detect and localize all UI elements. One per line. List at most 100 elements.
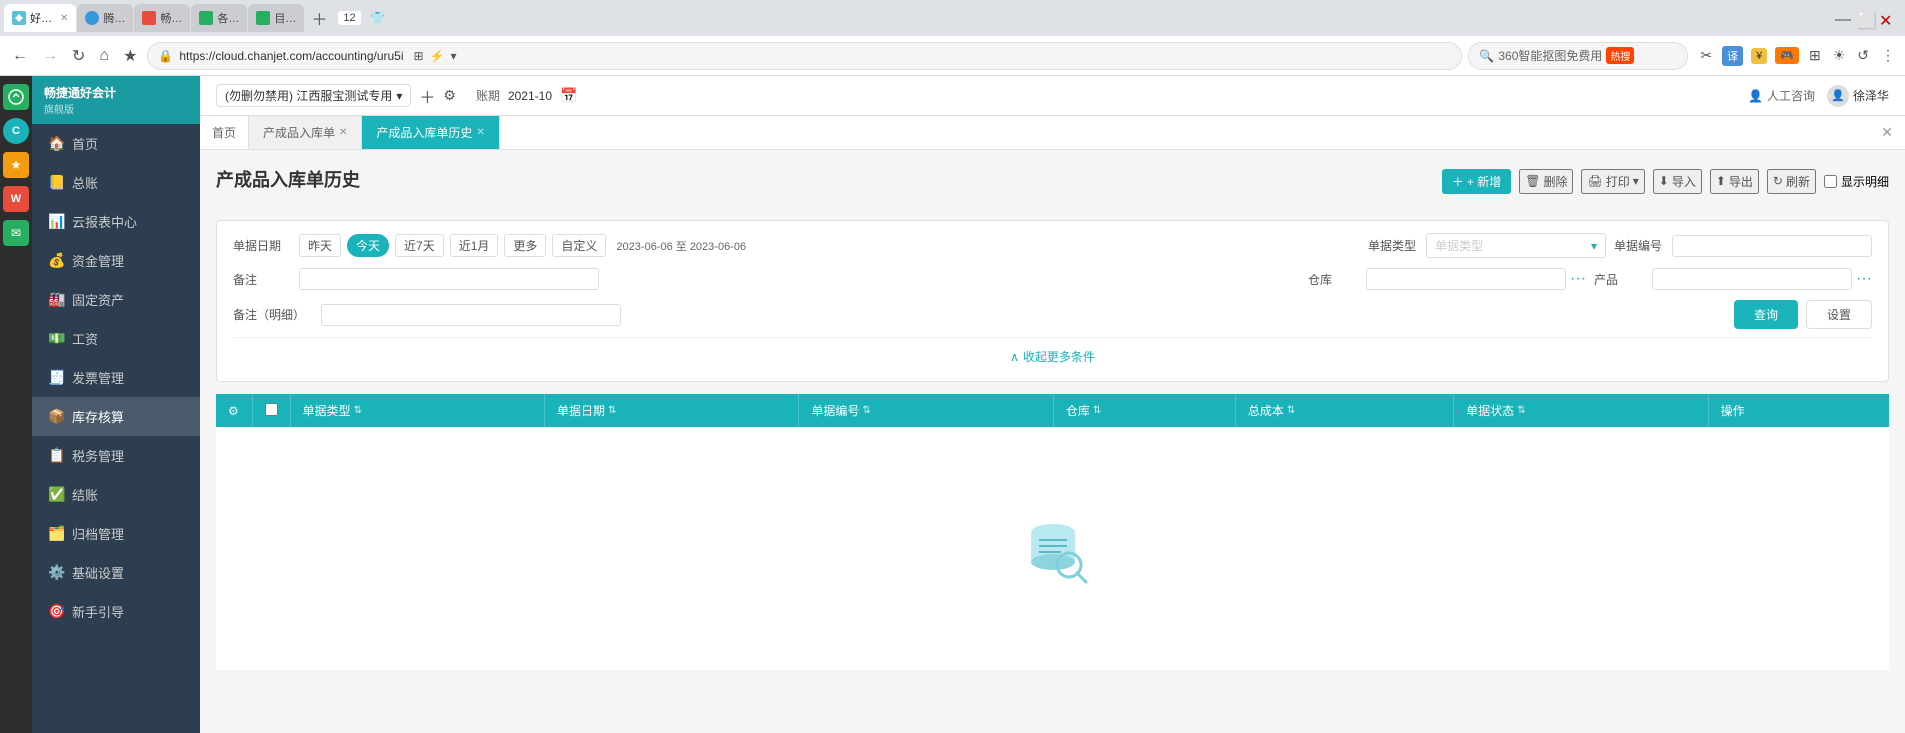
show-detail-checkbox[interactable]: 显示明细 xyxy=(1824,173,1889,190)
remark-input[interactable] xyxy=(299,268,599,290)
tab-list-close-icon[interactable]: ✕ xyxy=(339,127,347,138)
browser-tab-畅[interactable]: 畅… xyxy=(134,4,190,32)
number-input[interactable] xyxy=(1672,235,1872,257)
sidebar-item-tax[interactable]: 📋 税务管理 xyxy=(32,436,200,475)
delete-btn[interactable]: 🗑 删除 xyxy=(1519,169,1573,194)
url-bar[interactable]: 🔒 https://cloud.chanjet.com/accounting/u… xyxy=(147,42,1462,70)
grid-icon[interactable]: ⊞ xyxy=(414,49,424,63)
import-btn[interactable]: ⬇ 导入 xyxy=(1653,169,1702,194)
select-all-checkbox[interactable] xyxy=(265,403,278,416)
print-btn[interactable]: 🖨 打印 ▾ xyxy=(1581,169,1644,194)
browser-tab-各[interactable]: 各… xyxy=(191,4,247,32)
app-logo-icon[interactable] xyxy=(3,84,29,110)
gear-header-icon[interactable]: ⚙ xyxy=(228,404,239,418)
sidebar-item-invoice[interactable]: 🧾 发票管理 xyxy=(32,358,200,397)
sidebar-item-inventory[interactable]: 📦 库存核算 xyxy=(32,397,200,436)
warehouse-more-icon[interactable]: ··· xyxy=(1570,270,1586,288)
detail-checkbox-input[interactable] xyxy=(1824,175,1837,188)
restore-button[interactable]: ⬜ xyxy=(1857,11,1871,25)
page-tab-list[interactable]: 产成品入库单 ✕ xyxy=(249,116,362,149)
sidebar-item-ledger[interactable]: 📒 总账 xyxy=(32,163,200,202)
product-more-icon[interactable]: ··· xyxy=(1856,270,1872,288)
company-settings-icon[interactable]: ⚙ xyxy=(443,87,456,104)
th-status[interactable]: 单据状态 ⇅ xyxy=(1454,394,1708,427)
tab-shirt-icon[interactable]: 👕 xyxy=(366,6,390,30)
sidebar-item-home[interactable]: 🏠 首页 xyxy=(32,124,200,163)
date-btn-yesterday[interactable]: 昨天 xyxy=(299,234,341,257)
dropdown-arrow[interactable]: ▾ xyxy=(451,49,457,63)
date-btn-7days[interactable]: 近7天 xyxy=(395,234,444,257)
th-gear[interactable]: ⚙ xyxy=(216,394,252,427)
th-number[interactable]: 单据编号 ⇅ xyxy=(799,394,1053,427)
search-bar[interactable]: 🔍 360智能抠图免费用 热搜 xyxy=(1468,42,1688,70)
detail-remark-input[interactable] xyxy=(321,304,621,326)
settings-button[interactable]: 设置 xyxy=(1806,300,1872,329)
th-checkbox[interactable] xyxy=(252,394,290,427)
date-btn-custom[interactable]: 自定义 xyxy=(552,234,606,257)
browser-tab-tencent[interactable]: 腾… xyxy=(77,4,133,32)
refresh-button[interactable]: ↻ xyxy=(68,44,89,68)
minimize-button[interactable]: — xyxy=(1835,11,1849,25)
page-tab-history[interactable]: 产成品入库单历史 ✕ xyxy=(362,116,499,149)
browser-tab-active[interactable]: 好… ✕ xyxy=(4,4,76,32)
calendar-icon[interactable]: 📅 xyxy=(560,87,577,104)
breadcrumb-home[interactable]: 首页 xyxy=(200,116,249,149)
th-warehouse[interactable]: 仓库 ⇅ xyxy=(1053,394,1235,427)
icon-weibo[interactable]: W xyxy=(3,186,29,212)
date-btn-more[interactable]: 更多 xyxy=(504,234,546,257)
user-avatar[interactable]: 👤 徐泽华 xyxy=(1827,85,1889,107)
refresh-btn[interactable]: ↻ 刷新 xyxy=(1767,169,1816,194)
sidebar-item-archive[interactable]: 🗂️ 归档管理 xyxy=(32,514,200,553)
close-button[interactable]: ✕ xyxy=(1879,11,1893,25)
yuan-icon[interactable]: ¥ xyxy=(1751,48,1767,64)
settings-icon[interactable]: ⋮ xyxy=(1879,45,1897,66)
browser-tab-目[interactable]: 目… xyxy=(248,4,304,32)
query-button[interactable]: 查询 xyxy=(1734,300,1798,329)
flash-icon[interactable]: ⚡ xyxy=(430,49,445,63)
th-date[interactable]: 单据日期 ⇅ xyxy=(544,394,798,427)
filter-area: 单据日期 昨天 今天 近7天 近1月 更多 自定义 2023-06-06 至 2… xyxy=(216,220,1889,382)
tab-close-icon[interactable]: ✕ xyxy=(60,13,68,24)
reload-icon[interactable]: ↺ xyxy=(1855,45,1871,66)
icon-mail[interactable]: ✉ xyxy=(3,220,29,246)
import-icon: ⬇ xyxy=(1659,174,1669,188)
th-type[interactable]: 单据类型 ⇅ xyxy=(290,394,544,427)
sidebar-item-funds[interactable]: 💰 资金管理 xyxy=(32,241,200,280)
data-table: ⚙ 单据类型 ⇅ xyxy=(216,394,1889,670)
bookmark-button[interactable]: ★ xyxy=(119,44,141,68)
forward-button[interactable]: → xyxy=(38,45,62,67)
sidebar-item-payroll[interactable]: 💵 工资 xyxy=(32,319,200,358)
product-input[interactable] xyxy=(1652,268,1852,290)
sidebar-item-report[interactable]: 📊 云报表中心 xyxy=(32,202,200,241)
warehouse-input[interactable] xyxy=(1366,268,1566,290)
icon-chanjet[interactable]: C xyxy=(3,118,29,144)
back-button[interactable]: ← xyxy=(8,45,32,67)
panel-close-btn[interactable]: ✕ xyxy=(1869,116,1905,149)
user-service-btn[interactable]: 👤 人工咨询 xyxy=(1748,87,1815,104)
add-btn[interactable]: ＋ + 新增 xyxy=(1442,169,1511,194)
translate-icon[interactable]: 译 xyxy=(1722,46,1743,66)
collapse-btn[interactable]: ∧ 收起更多条件 xyxy=(1010,348,1095,365)
sidebar-item-guide[interactable]: 🎯 新手引导 xyxy=(32,592,200,631)
tab-history-close-icon[interactable]: ✕ xyxy=(476,127,484,138)
sidebar-item-close[interactable]: ✅ 结账 xyxy=(32,475,200,514)
layout-icon[interactable]: ⊞ xyxy=(1807,45,1823,66)
date-btn-today[interactable]: 今天 xyxy=(347,234,389,257)
company-selector[interactable]: (勿删勿禁用) 江西服宝测试专用 ▾ xyxy=(216,84,411,107)
hot-tag: 热搜 xyxy=(1606,47,1634,64)
date-btn-1month[interactable]: 近1月 xyxy=(450,234,499,257)
sun-icon[interactable]: ☀ xyxy=(1831,45,1848,66)
new-tab-button[interactable]: ＋ xyxy=(305,6,333,30)
icon-star[interactable]: ★ xyxy=(3,152,29,178)
scissors-icon[interactable]: ✂ xyxy=(1698,45,1714,66)
sidebar-item-settings[interactable]: ⚙️ 基础设置 xyxy=(32,553,200,592)
add-company-btn[interactable]: ＋ xyxy=(419,84,435,108)
sidebar-label-report: 云报表中心 xyxy=(72,212,137,231)
th-cost[interactable]: 总成本 ⇅ xyxy=(1235,394,1453,427)
export-btn[interactable]: ⬆ 导出 xyxy=(1710,169,1759,194)
sidebar-label-payroll: 工资 xyxy=(72,329,98,348)
home-button[interactable]: ⌂ xyxy=(95,45,113,67)
type-select[interactable]: 单据类型 ▾ xyxy=(1426,233,1606,258)
game-icon[interactable]: 🎮 xyxy=(1775,47,1799,64)
sidebar-item-assets[interactable]: 🏭 固定资产 xyxy=(32,280,200,319)
